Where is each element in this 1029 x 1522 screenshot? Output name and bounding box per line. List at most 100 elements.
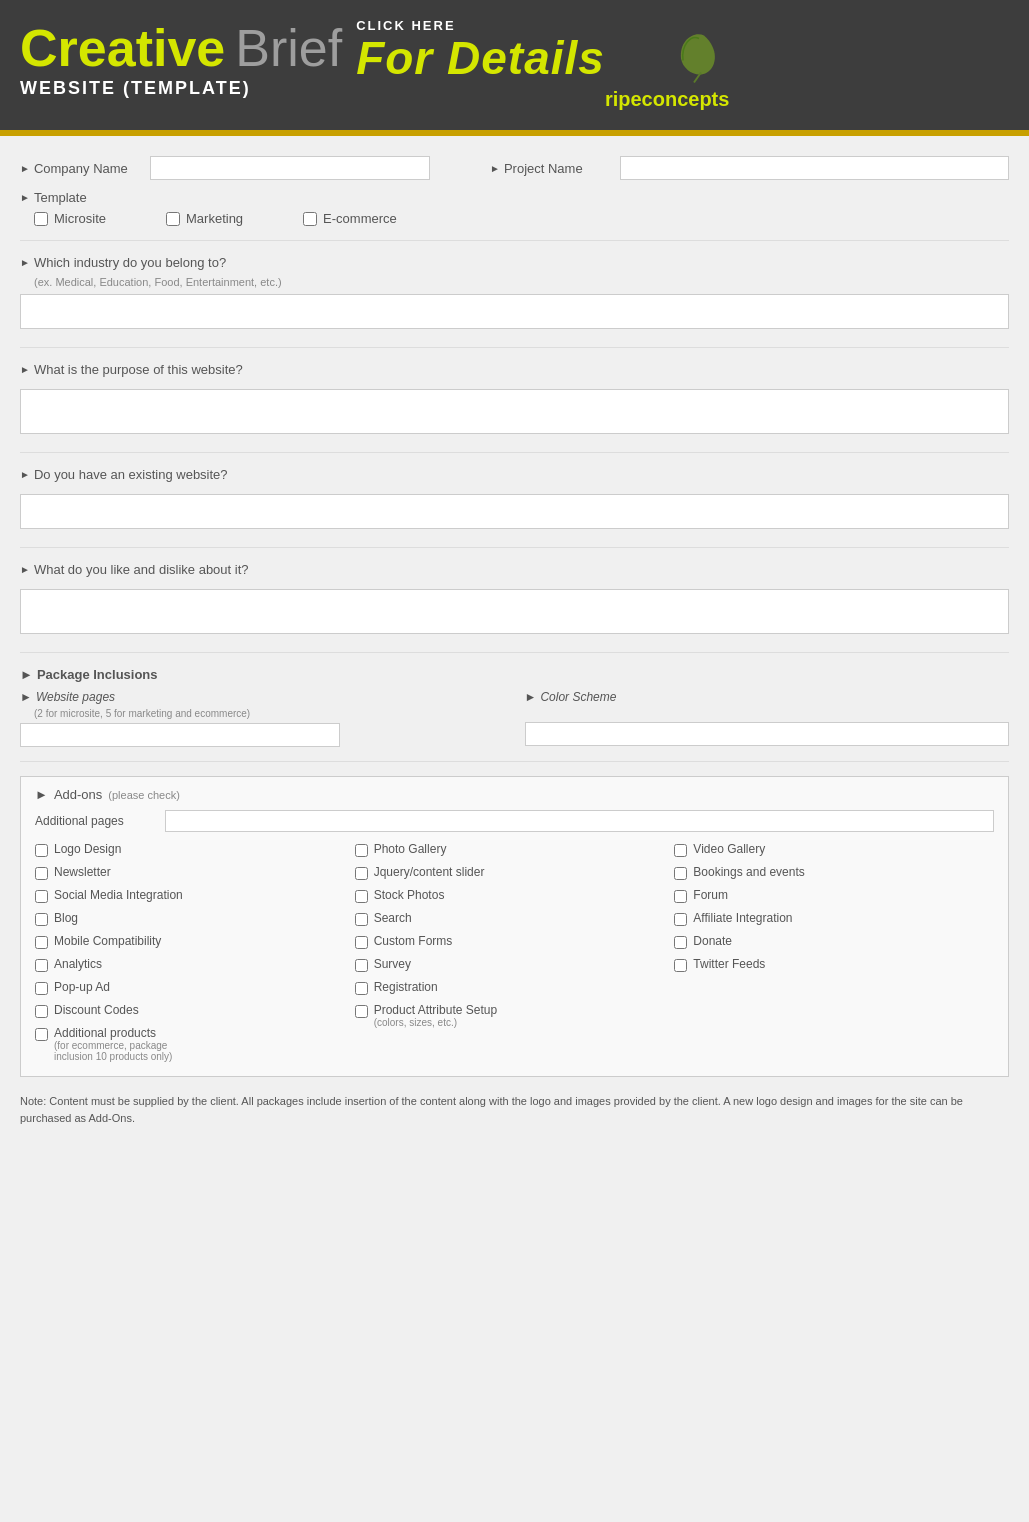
marketing-option[interactable]: Marketing <box>166 211 243 226</box>
stock-photos-checkbox[interactable] <box>355 890 368 903</box>
click-here-badge[interactable]: CLICK HERE For Details <box>356 18 605 81</box>
company-name-input[interactable] <box>150 156 430 180</box>
arrow-icon-10: ► <box>525 690 537 704</box>
website-template-label: WEBSITE (TEMPLATE) <box>20 78 342 99</box>
additional-products-checkbox[interactable] <box>35 1028 48 1041</box>
project-name-label: ► Project Name <box>490 161 610 176</box>
arrow-icon: ► <box>20 163 30 174</box>
discount-codes-checkbox[interactable] <box>35 1005 48 1018</box>
addon-product-attribute: Product Attribute Setup (colors, sizes, … <box>355 999 675 1032</box>
photo-gallery-checkbox[interactable] <box>355 844 368 857</box>
company-name-label: ► Company Name <box>20 161 140 176</box>
affiliate-checkbox[interactable] <box>674 913 687 926</box>
divider-1 <box>20 240 1009 241</box>
microsite-checkbox[interactable] <box>34 212 48 226</box>
addon-discount-codes: Discount Codes <box>35 999 355 1022</box>
logo-ripe: ripe <box>605 88 642 111</box>
popup-ad-checkbox[interactable] <box>35 982 48 995</box>
addon-blog: Blog <box>35 907 355 930</box>
addon-donate: Donate <box>674 930 994 953</box>
website-pages-input[interactable] <box>20 723 340 747</box>
divider-4 <box>20 547 1009 548</box>
addons-col-1: Logo Design Newsletter Social Media Inte… <box>35 838 355 1066</box>
arrow-icon-6: ► <box>20 469 30 480</box>
arrow-icon-7: ► <box>20 564 30 575</box>
addon-survey: Survey <box>355 953 675 976</box>
ecommerce-checkbox[interactable] <box>303 212 317 226</box>
video-gallery-checkbox[interactable] <box>674 844 687 857</box>
addons-title: ► Add-ons (please check) <box>35 787 994 802</box>
addon-registration: Registration <box>355 976 675 999</box>
logo-concepts: concepts <box>642 88 730 111</box>
template-title: ► Template <box>20 190 1009 205</box>
addons-grid: Logo Design Newsletter Social Media Inte… <box>35 838 994 1066</box>
project-name-input[interactable] <box>620 156 1009 180</box>
marketing-label: Marketing <box>186 211 243 226</box>
package-section: ► Package Inclusions ► Website pages (2 … <box>20 667 1009 747</box>
addon-affiliate: Affiliate Integration <box>674 907 994 930</box>
addon-forum: Forum <box>674 884 994 907</box>
addon-analytics: Analytics <box>35 953 355 976</box>
purpose-input[interactable] <box>20 389 1009 434</box>
analytics-checkbox[interactable] <box>35 959 48 972</box>
click-here-text: CLICK HERE <box>356 18 605 33</box>
form-container: ► Company Name ► Project Name ► Template… <box>0 136 1029 1146</box>
bookings-events-checkbox[interactable] <box>674 867 687 880</box>
arrow-icon-8: ► <box>20 667 33 682</box>
survey-checkbox[interactable] <box>355 959 368 972</box>
arrow-icon-5: ► <box>20 364 30 375</box>
addon-additional-products: Additional products (for ecommerce, pack… <box>35 1022 355 1066</box>
registration-checkbox[interactable] <box>355 982 368 995</box>
blog-checkbox[interactable] <box>35 913 48 926</box>
industry-title: ► Which industry do you belong to? <box>20 255 1009 270</box>
like-dislike-title: ► What do you like and dislike about it? <box>20 562 1009 577</box>
jquery-slider-checkbox[interactable] <box>355 867 368 880</box>
color-scheme-title: ► Color Scheme <box>525 690 1010 704</box>
social-media-checkbox[interactable] <box>35 890 48 903</box>
package-cols-row: ► Website pages (2 for microsite, 5 for … <box>20 690 1009 747</box>
purpose-title: ► What is the purpose of this website? <box>20 362 1009 377</box>
creative-text: Creative <box>20 22 225 74</box>
existing-website-input[interactable] <box>20 494 1009 529</box>
existing-website-title: ► Do you have an existing website? <box>20 467 1009 482</box>
additional-pages-input[interactable] <box>165 810 994 832</box>
addon-popup-ad: Pop-up Ad <box>35 976 355 999</box>
industry-section: ► Which industry do you belong to? (ex. … <box>20 255 1009 333</box>
marketing-checkbox[interactable] <box>166 212 180 226</box>
custom-forms-checkbox[interactable] <box>355 936 368 949</box>
like-dislike-input[interactable] <box>20 589 1009 634</box>
ecommerce-label: E-commerce <box>323 211 397 226</box>
please-check-label: (please check) <box>108 789 180 801</box>
addon-twitter-feeds: Twitter Feeds <box>674 953 994 976</box>
logo-design-checkbox[interactable] <box>35 844 48 857</box>
divider-3 <box>20 452 1009 453</box>
addon-video-gallery: Video Gallery <box>674 838 994 861</box>
arrow-icon-11: ► <box>35 787 48 802</box>
addon-custom-forms: Custom Forms <box>355 930 675 953</box>
website-pages-col: ► Website pages (2 for microsite, 5 for … <box>20 690 505 747</box>
industry-hint: (ex. Medical, Education, Food, Entertain… <box>34 276 1009 288</box>
microsite-option[interactable]: Microsite <box>34 211 106 226</box>
arrow-icon-2: ► <box>490 163 500 174</box>
purpose-section: ► What is the purpose of this website? <box>20 362 1009 438</box>
logo-area: ripe concepts <box>605 18 730 111</box>
arrow-icon-3: ► <box>20 192 30 203</box>
search-checkbox[interactable] <box>355 913 368 926</box>
addon-search: Search <box>355 907 675 930</box>
divider-6 <box>20 761 1009 762</box>
mobile-compat-checkbox[interactable] <box>35 936 48 949</box>
addon-photo-gallery: Photo Gallery <box>355 838 675 861</box>
addon-newsletter: Newsletter <box>35 861 355 884</box>
industry-input[interactable] <box>20 294 1009 329</box>
forum-checkbox[interactable] <box>674 890 687 903</box>
ecommerce-option[interactable]: E-commerce <box>303 211 397 226</box>
donate-checkbox[interactable] <box>674 936 687 949</box>
template-section: ► Template Microsite Marketing E-commerc… <box>20 190 1009 226</box>
newsletter-checkbox[interactable] <box>35 867 48 880</box>
color-scheme-input[interactable] <box>525 722 1010 746</box>
website-pages-title: ► Website pages <box>20 690 505 704</box>
package-title: ► Package Inclusions <box>20 667 1009 682</box>
product-attribute-checkbox[interactable] <box>355 1005 368 1018</box>
addons-col-3: Video Gallery Bookings and events Forum … <box>674 838 994 1066</box>
twitter-feeds-checkbox[interactable] <box>674 959 687 972</box>
